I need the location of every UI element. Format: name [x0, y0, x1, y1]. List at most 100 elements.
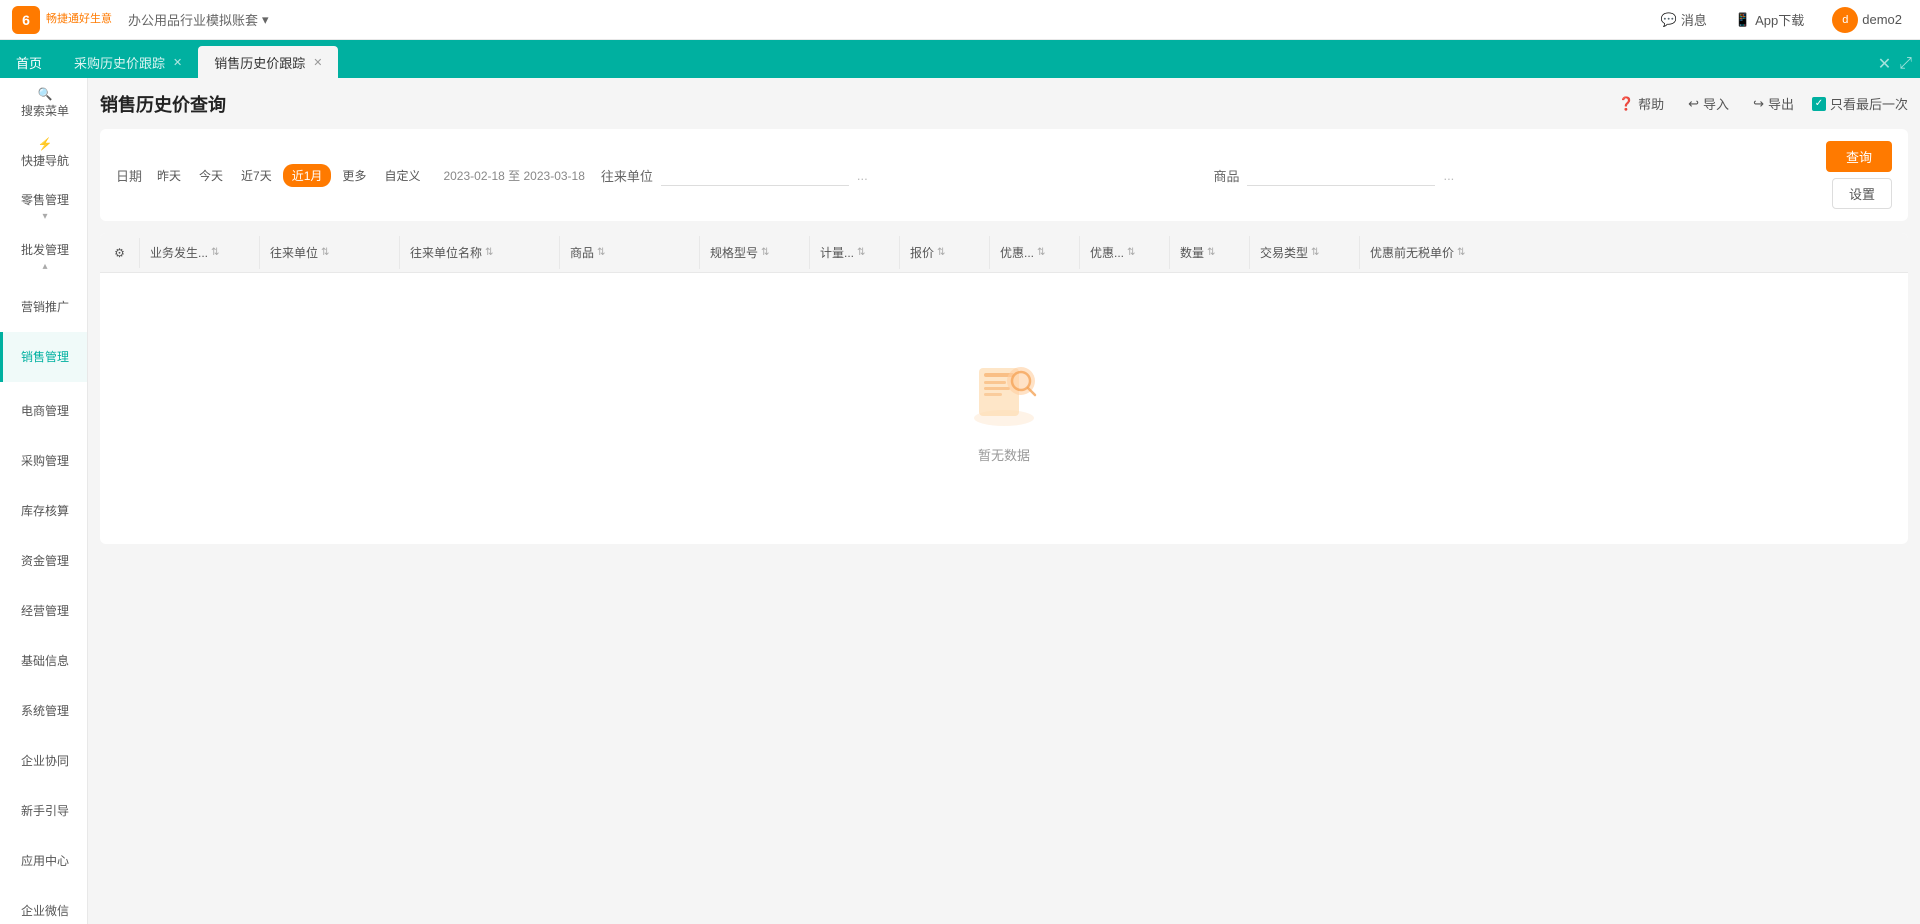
search-menu-icon: 🔍: [38, 87, 53, 101]
content-area: 销售历史价查询 ❓ 帮助 ↩ 导入 ↪ 导出 ✓ 只看最后一次: [88, 78, 1920, 924]
download-icon: 📱: [1735, 12, 1751, 28]
date-range-group: 2023-02-18 至 2023-03-18: [443, 167, 584, 184]
only-last-checkbox[interactable]: ✓ 只看最后一次: [1812, 94, 1908, 113]
tab-purchase[interactable]: 采购历史价跟踪 ✕: [58, 46, 198, 78]
sidebar-item-search-menu[interactable]: 🔍 搜索菜单: [0, 78, 87, 128]
th-date-label: 业务发生...: [150, 244, 208, 261]
sidebar-item-quick-nav-label: 快捷导航: [21, 153, 69, 170]
date-btn-custom[interactable]: 自定义: [377, 164, 427, 187]
date-btn-more[interactable]: 更多: [335, 164, 373, 187]
app-selector[interactable]: 办公用品行业模拟账套 ▾: [120, 6, 277, 33]
sidebar-item-retail[interactable]: 零售管理 ▾: [0, 182, 87, 232]
logo-area: 6 畅捷通好生意: [12, 6, 112, 34]
maximize-window-button[interactable]: ⤢: [1899, 55, 1912, 73]
help-button[interactable]: ❓ 帮助: [1612, 90, 1670, 117]
tab-purchase-close[interactable]: ✕: [173, 56, 182, 69]
th-spec-label: 规格型号: [710, 244, 758, 261]
export-button[interactable]: ↪ 导出: [1747, 90, 1800, 117]
th-spec[interactable]: 规格型号 ⇅: [700, 236, 810, 269]
th-partner-name[interactable]: 往来单位名称 ⇅: [400, 236, 560, 269]
sort-product-icon: ⇅: [597, 247, 605, 258]
sidebar-item-wholesale[interactable]: 批发管理 ▴: [0, 232, 87, 282]
sidebar-item-finance[interactable]: 资金管理: [0, 536, 87, 586]
th-txtype[interactable]: 交易类型 ⇅: [1250, 236, 1360, 269]
export-label: 导出: [1768, 94, 1794, 113]
sidebar-item-finance-label: 资金管理: [21, 553, 69, 570]
empty-text: 暂无数据: [978, 445, 1030, 464]
th-price-label: 报价: [910, 244, 934, 261]
username-label: demo2: [1862, 12, 1902, 27]
tab-home[interactable]: 首页: [0, 46, 58, 78]
top-header: 6 畅捷通好生意 办公用品行业模拟账套 ▾ 💬 消息 📱 App下载 d dem…: [0, 0, 1920, 40]
export-icon: ↪: [1753, 96, 1764, 112]
product-input[interactable]: [1247, 164, 1435, 186]
partner-filter-group: 往来单位 ...: [601, 164, 1198, 186]
date-btn-1month[interactable]: 近1月: [283, 164, 332, 187]
sidebar-item-ecommerce[interactable]: 电商管理: [0, 386, 87, 436]
sidebar-item-guide[interactable]: 新手引导: [0, 786, 87, 836]
sidebar-item-marketing-label: 营销推广: [21, 299, 69, 316]
th-txtype-label: 交易类型: [1260, 244, 1308, 261]
sidebar-item-search-menu-label: 搜索菜单: [21, 103, 69, 120]
chevron-down-icon: ▾: [262, 12, 269, 28]
th-qty[interactable]: 数量 ⇅: [1170, 236, 1250, 269]
th-partner-name-label: 往来单位名称: [410, 244, 482, 261]
avatar: d: [1832, 7, 1858, 33]
sidebar-item-retail-label: 零售管理: [21, 192, 69, 209]
settings-button[interactable]: 设置: [1832, 178, 1892, 209]
tab-sales-close[interactable]: ✕: [313, 56, 322, 69]
chevron-retail-icon: ▾: [42, 211, 47, 222]
th-unitprice[interactable]: 优惠前无税单价 ⇅: [1360, 236, 1908, 269]
th-unit-label: 计量...: [820, 244, 854, 261]
sidebar-item-marketing[interactable]: 营销推广: [0, 282, 87, 332]
partner-input[interactable]: [661, 164, 849, 186]
sidebar-item-sales-mgmt-label: 销售管理: [21, 349, 69, 366]
import-button[interactable]: ↩ 导入: [1682, 90, 1735, 117]
sort-partner-name-icon: ⇅: [485, 247, 493, 258]
message-button[interactable]: 💬 消息: [1655, 6, 1713, 33]
table-header: ⚙ 业务发生... ⇅ 往来单位 ⇅ 往来单位名称 ⇅ 商品 ⇅: [100, 233, 1908, 273]
date-btn-today[interactable]: 今天: [192, 164, 230, 187]
sidebar-item-purchase[interactable]: 采购管理: [0, 436, 87, 486]
partner-dots[interactable]: ...: [857, 168, 868, 183]
tab-sales-label: 销售历史价跟踪: [214, 53, 305, 72]
sidebar-item-enterprise[interactable]: 企业协同: [0, 736, 87, 786]
date-filter-label: 日期: [116, 166, 142, 185]
sort-qty-icon: ⇅: [1207, 247, 1215, 258]
sidebar-item-system[interactable]: 系统管理: [0, 686, 87, 736]
sort-spec-icon: ⇅: [761, 247, 769, 258]
th-unit[interactable]: 计量... ⇅: [810, 236, 900, 269]
tab-sales[interactable]: 销售历史价跟踪 ✕: [198, 46, 338, 78]
sidebar-item-basic[interactable]: 基础信息: [0, 636, 87, 686]
sidebar-item-operation[interactable]: 经营管理: [0, 586, 87, 636]
sidebar-item-wechat[interactable]: 企业微信: [0, 886, 87, 924]
empty-state: 暂无数据: [100, 273, 1908, 544]
th-date[interactable]: 业务发生... ⇅: [140, 236, 260, 269]
th-product[interactable]: 商品 ⇅: [560, 236, 700, 269]
th-disc2[interactable]: 优惠... ⇅: [1080, 236, 1170, 269]
th-partner-id[interactable]: 往来单位 ⇅: [260, 236, 400, 269]
sidebar-item-quick-nav[interactable]: ⚡ 快捷导航: [0, 128, 87, 178]
product-filter-label: 商品: [1213, 166, 1239, 185]
app-download-button[interactable]: 📱 App下载: [1729, 6, 1810, 33]
date-range-text: 2023-02-18 至 2023-03-18: [443, 167, 584, 184]
sidebar-item-inventory[interactable]: 库存核算: [0, 486, 87, 536]
sidebar-item-appstore[interactable]: 应用中心: [0, 836, 87, 886]
th-qty-label: 数量: [1180, 244, 1204, 261]
user-menu-button[interactable]: d demo2: [1826, 3, 1908, 37]
th-disc1[interactable]: 优惠... ⇅: [990, 236, 1080, 269]
th-price[interactable]: 报价 ⇅: [900, 236, 990, 269]
page-title: 销售历史价查询: [100, 91, 226, 117]
query-button[interactable]: 查询: [1826, 141, 1892, 172]
header-left: 6 畅捷通好生意 办公用品行业模拟账套 ▾: [12, 6, 277, 34]
sort-disc2-icon: ⇅: [1127, 247, 1135, 258]
gear-icon: ⚙: [114, 246, 125, 260]
date-btn-7days[interactable]: 近7天: [234, 164, 279, 187]
sidebar-item-sales-mgmt[interactable]: 销售管理: [0, 332, 87, 382]
th-gear[interactable]: ⚙: [100, 238, 140, 268]
close-window-button[interactable]: ✕: [1878, 54, 1891, 74]
message-icon: 💬: [1661, 12, 1677, 28]
date-btn-yesterday[interactable]: 昨天: [150, 164, 188, 187]
th-unitprice-label: 优惠前无税单价: [1370, 244, 1454, 261]
product-dots[interactable]: ...: [1443, 168, 1454, 183]
